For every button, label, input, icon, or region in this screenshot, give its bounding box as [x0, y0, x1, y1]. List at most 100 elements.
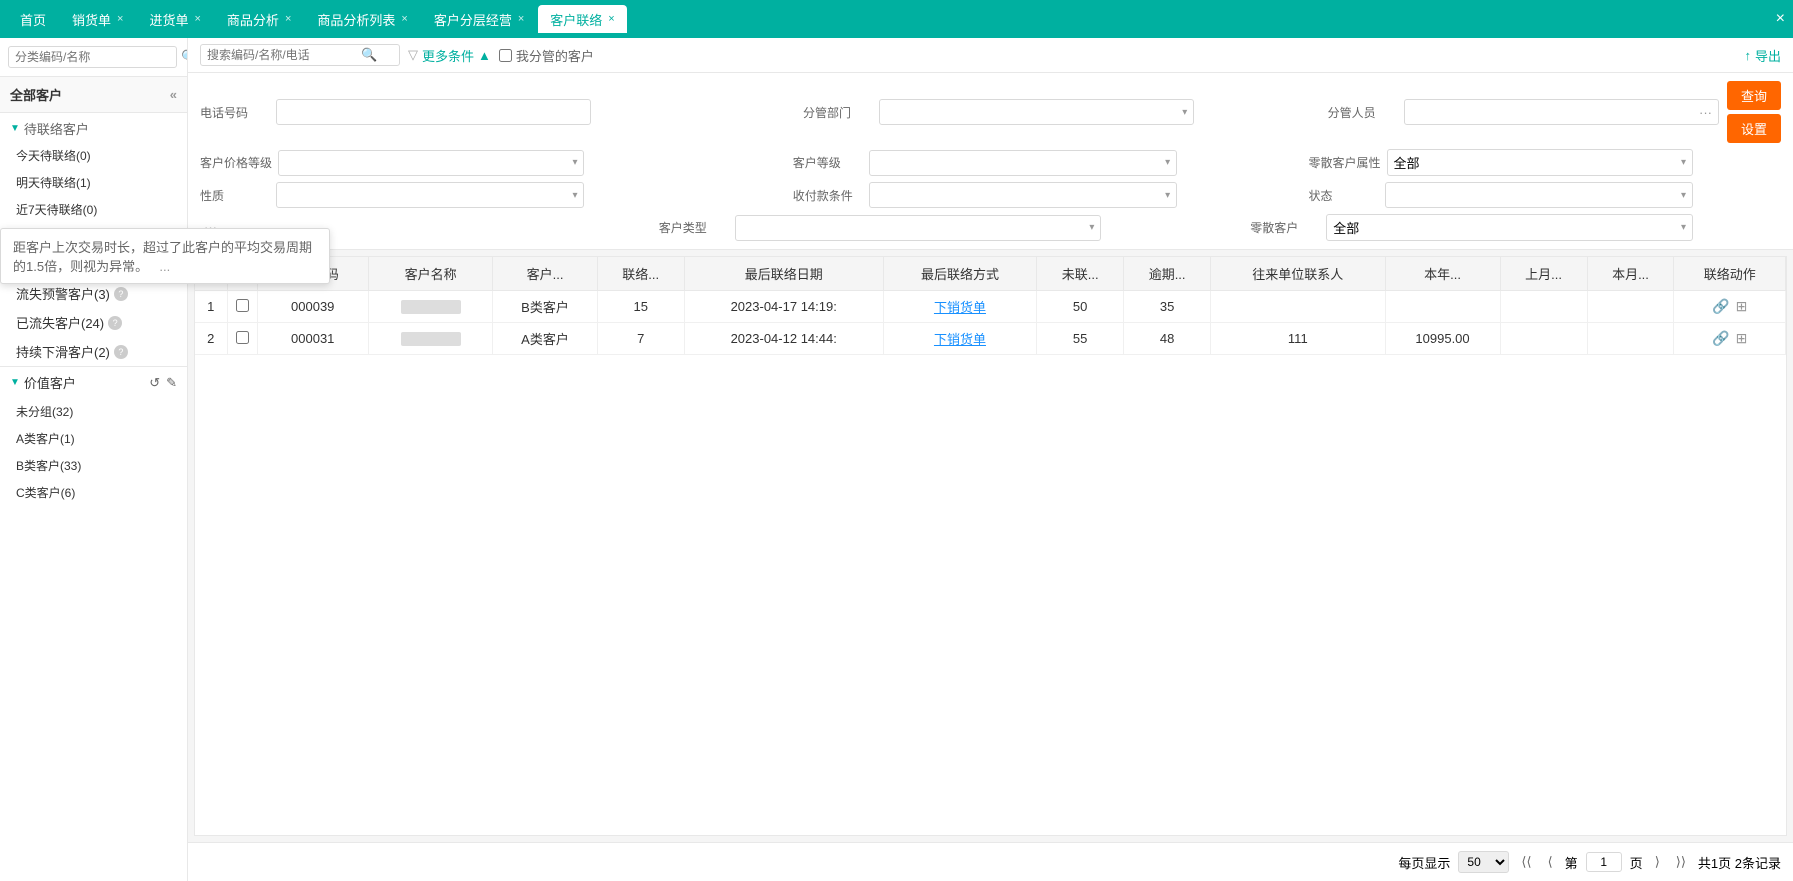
search-input[interactable]: [207, 48, 357, 62]
advanced-filter: 电话号码 分管部门 分管人员 ···: [188, 73, 1793, 250]
my-customers-checkbox[interactable]: [499, 49, 512, 62]
sidebar-item-tomorrow-pending[interactable]: 明天待联络(1): [0, 169, 187, 196]
last-method-link[interactable]: 下销货单: [934, 300, 986, 315]
col-uncontact[interactable]: 未联...: [1037, 257, 1124, 291]
cell-last-method[interactable]: 下销货单: [883, 323, 1036, 355]
page-suffix: 页: [1630, 853, 1643, 872]
sidebar-item-unclassified[interactable]: 未分组(32): [0, 398, 187, 425]
refresh-icon[interactable]: ↺: [149, 375, 160, 391]
retail-attr-select[interactable]: 全部: [1387, 149, 1693, 176]
cell-level: B类客户: [493, 291, 597, 323]
col-level[interactable]: 客户...: [493, 257, 597, 291]
close-icon[interactable]: ×: [194, 13, 200, 25]
retail-customer-field: 零散客户 全部: [1250, 214, 1693, 241]
sidebar-item-c-class[interactable]: C类客户(6): [0, 479, 187, 506]
tab-purchase-order[interactable]: 进货单 ×: [137, 5, 212, 33]
tab-sales-order[interactable]: 销货单 ×: [60, 5, 135, 33]
sidebar-item-a-class[interactable]: A类客户(1): [0, 425, 187, 452]
customer-level-select[interactable]: [869, 150, 1177, 176]
branch-person-select[interactable]: ···: [1404, 99, 1719, 125]
export-button[interactable]: ↑ 导出: [1744, 46, 1781, 65]
col-last-month[interactable]: 上月...: [1500, 257, 1587, 291]
col-contact-person[interactable]: 往来单位联系人: [1211, 257, 1385, 291]
cell-last-method[interactable]: 下销货单: [883, 291, 1036, 323]
close-icon[interactable]: ×: [518, 13, 524, 25]
grid-action-icon[interactable]: ⊞: [1736, 298, 1748, 315]
row-checkbox[interactable]: [236, 331, 249, 344]
cell-checkbox: [227, 291, 257, 323]
sidebar-search-icon[interactable]: 🔍: [181, 49, 188, 65]
page-input[interactable]: [1586, 852, 1622, 872]
tab-customer-layered[interactable]: 客户分层经营 ×: [422, 5, 536, 33]
more-conditions-button[interactable]: ▽ 更多条件 ▲: [408, 46, 491, 65]
retail-customer-select[interactable]: 全部: [1326, 214, 1693, 241]
churn-info-icon[interactable]: ?: [114, 287, 128, 301]
next-page-button[interactable]: ⟩: [1651, 852, 1664, 872]
churned-info-icon[interactable]: ?: [108, 316, 122, 330]
col-this-month[interactable]: 本月...: [1587, 257, 1674, 291]
customer-table: ⚙ 客户编码 客户名称 客户... 联络... 最后联络日期 最后联络方式 未联…: [195, 257, 1786, 355]
prev-page-button[interactable]: ⟨: [1544, 852, 1557, 872]
customer-type-select[interactable]: [735, 215, 1102, 241]
declining-info-icon[interactable]: ?: [114, 345, 128, 359]
tab-product-analysis-list[interactable]: 商品分析列表 ×: [305, 5, 419, 33]
sidebar-search-input[interactable]: [8, 46, 177, 68]
link-action-icon[interactable]: 🔗: [1712, 330, 1729, 347]
branch-dept-field: 分管部门: [803, 99, 1194, 125]
tab-home[interactable]: 首页: [8, 5, 58, 33]
window-close-button[interactable]: ×: [1776, 10, 1785, 28]
query-button[interactable]: 查询: [1727, 81, 1781, 110]
col-last-method[interactable]: 最后联络方式: [883, 257, 1036, 291]
branch-dept-select[interactable]: [879, 99, 1194, 125]
sidebar-item-7days-pending[interactable]: 近7天待联络(0): [0, 196, 187, 223]
col-overdue[interactable]: 逾期...: [1124, 257, 1211, 291]
close-icon[interactable]: ×: [608, 13, 614, 25]
sidebar-item-b-class[interactable]: B类客户(33): [0, 452, 187, 479]
tooltip-close-icon[interactable]: ...: [159, 259, 170, 274]
filter-row-4: ··· 客户类型 零散客户 全部: [200, 214, 1781, 241]
first-page-button[interactable]: ⟨⟨: [1517, 852, 1535, 872]
customer-name-blurred: [401, 300, 461, 314]
edit-icon[interactable]: ✎: [166, 375, 177, 391]
col-name[interactable]: 客户名称: [368, 257, 492, 291]
close-icon[interactable]: ×: [401, 13, 407, 25]
last-page-button[interactable]: ⟩⟩: [1672, 852, 1690, 872]
filter-row-1: 电话号码 分管部门 分管人员 ···: [200, 81, 1781, 143]
cell-last-date: 2023-04-17 14:19:: [684, 291, 883, 323]
col-this-year[interactable]: 本年...: [1385, 257, 1500, 291]
sidebar-item-declining[interactable]: 持续下滑客户(2) ?: [0, 337, 187, 366]
link-action-icon[interactable]: 🔗: [1712, 298, 1729, 315]
sidebar-item-today-pending[interactable]: 今天待联络(0): [0, 142, 187, 169]
filter-row-2: 客户价格等级 客户等级 零散客户属性 全部: [200, 149, 1781, 176]
status-select[interactable]: [1385, 182, 1693, 208]
cell-code: 000031: [257, 323, 368, 355]
search-icon[interactable]: 🔍: [361, 47, 377, 63]
last-method-link[interactable]: 下销货单: [934, 332, 986, 347]
close-icon[interactable]: ×: [285, 13, 291, 25]
col-last-date[interactable]: 最后联络日期: [684, 257, 883, 291]
my-customers-checkbox-wrap: 我分管的客户: [499, 46, 594, 65]
gender-select[interactable]: [276, 182, 584, 208]
price-level-select[interactable]: [278, 150, 584, 176]
tab-product-analysis[interactable]: 商品分析 ×: [215, 5, 303, 33]
cell-uncontact: 55: [1037, 323, 1124, 355]
content-area: 🔍 ▽ 更多条件 ▲ 我分管的客户 ↑ 导出 电话号码: [188, 38, 1793, 881]
col-contact-count[interactable]: 联络...: [597, 257, 684, 291]
action-buttons: 查询 设置: [1727, 81, 1781, 143]
customer-level-field: 客户等级: [793, 150, 1177, 176]
sidebar-item-churned[interactable]: 已流失客户(24) ?: [0, 308, 187, 337]
cell-contact-person: 111: [1211, 323, 1385, 355]
table-row: 2 000031 A类客户 7 2023-04-12 14:44: 下销货单 5…: [195, 323, 1786, 355]
pagination: 每页显示 50 100 200 ⟨⟨ ⟨ 第 页 ⟩ ⟩⟩ 共1页 2条记录: [188, 842, 1793, 881]
cell-action: 🔗 ⊞: [1674, 323, 1786, 355]
grid-action-icon[interactable]: ⊞: [1736, 330, 1748, 347]
tab-customer-contact[interactable]: 客户联络 ×: [538, 5, 626, 33]
close-icon[interactable]: ×: [117, 13, 123, 25]
action-icons: 🔗 ⊞: [1682, 298, 1777, 315]
phone-input[interactable]: [276, 99, 591, 125]
sidebar-collapse-icon[interactable]: «: [170, 87, 177, 102]
setting-button[interactable]: 设置: [1727, 114, 1781, 143]
payment-select[interactable]: [869, 182, 1177, 208]
per-page-select[interactable]: 50 100 200: [1458, 851, 1509, 873]
row-checkbox[interactable]: [236, 299, 249, 312]
